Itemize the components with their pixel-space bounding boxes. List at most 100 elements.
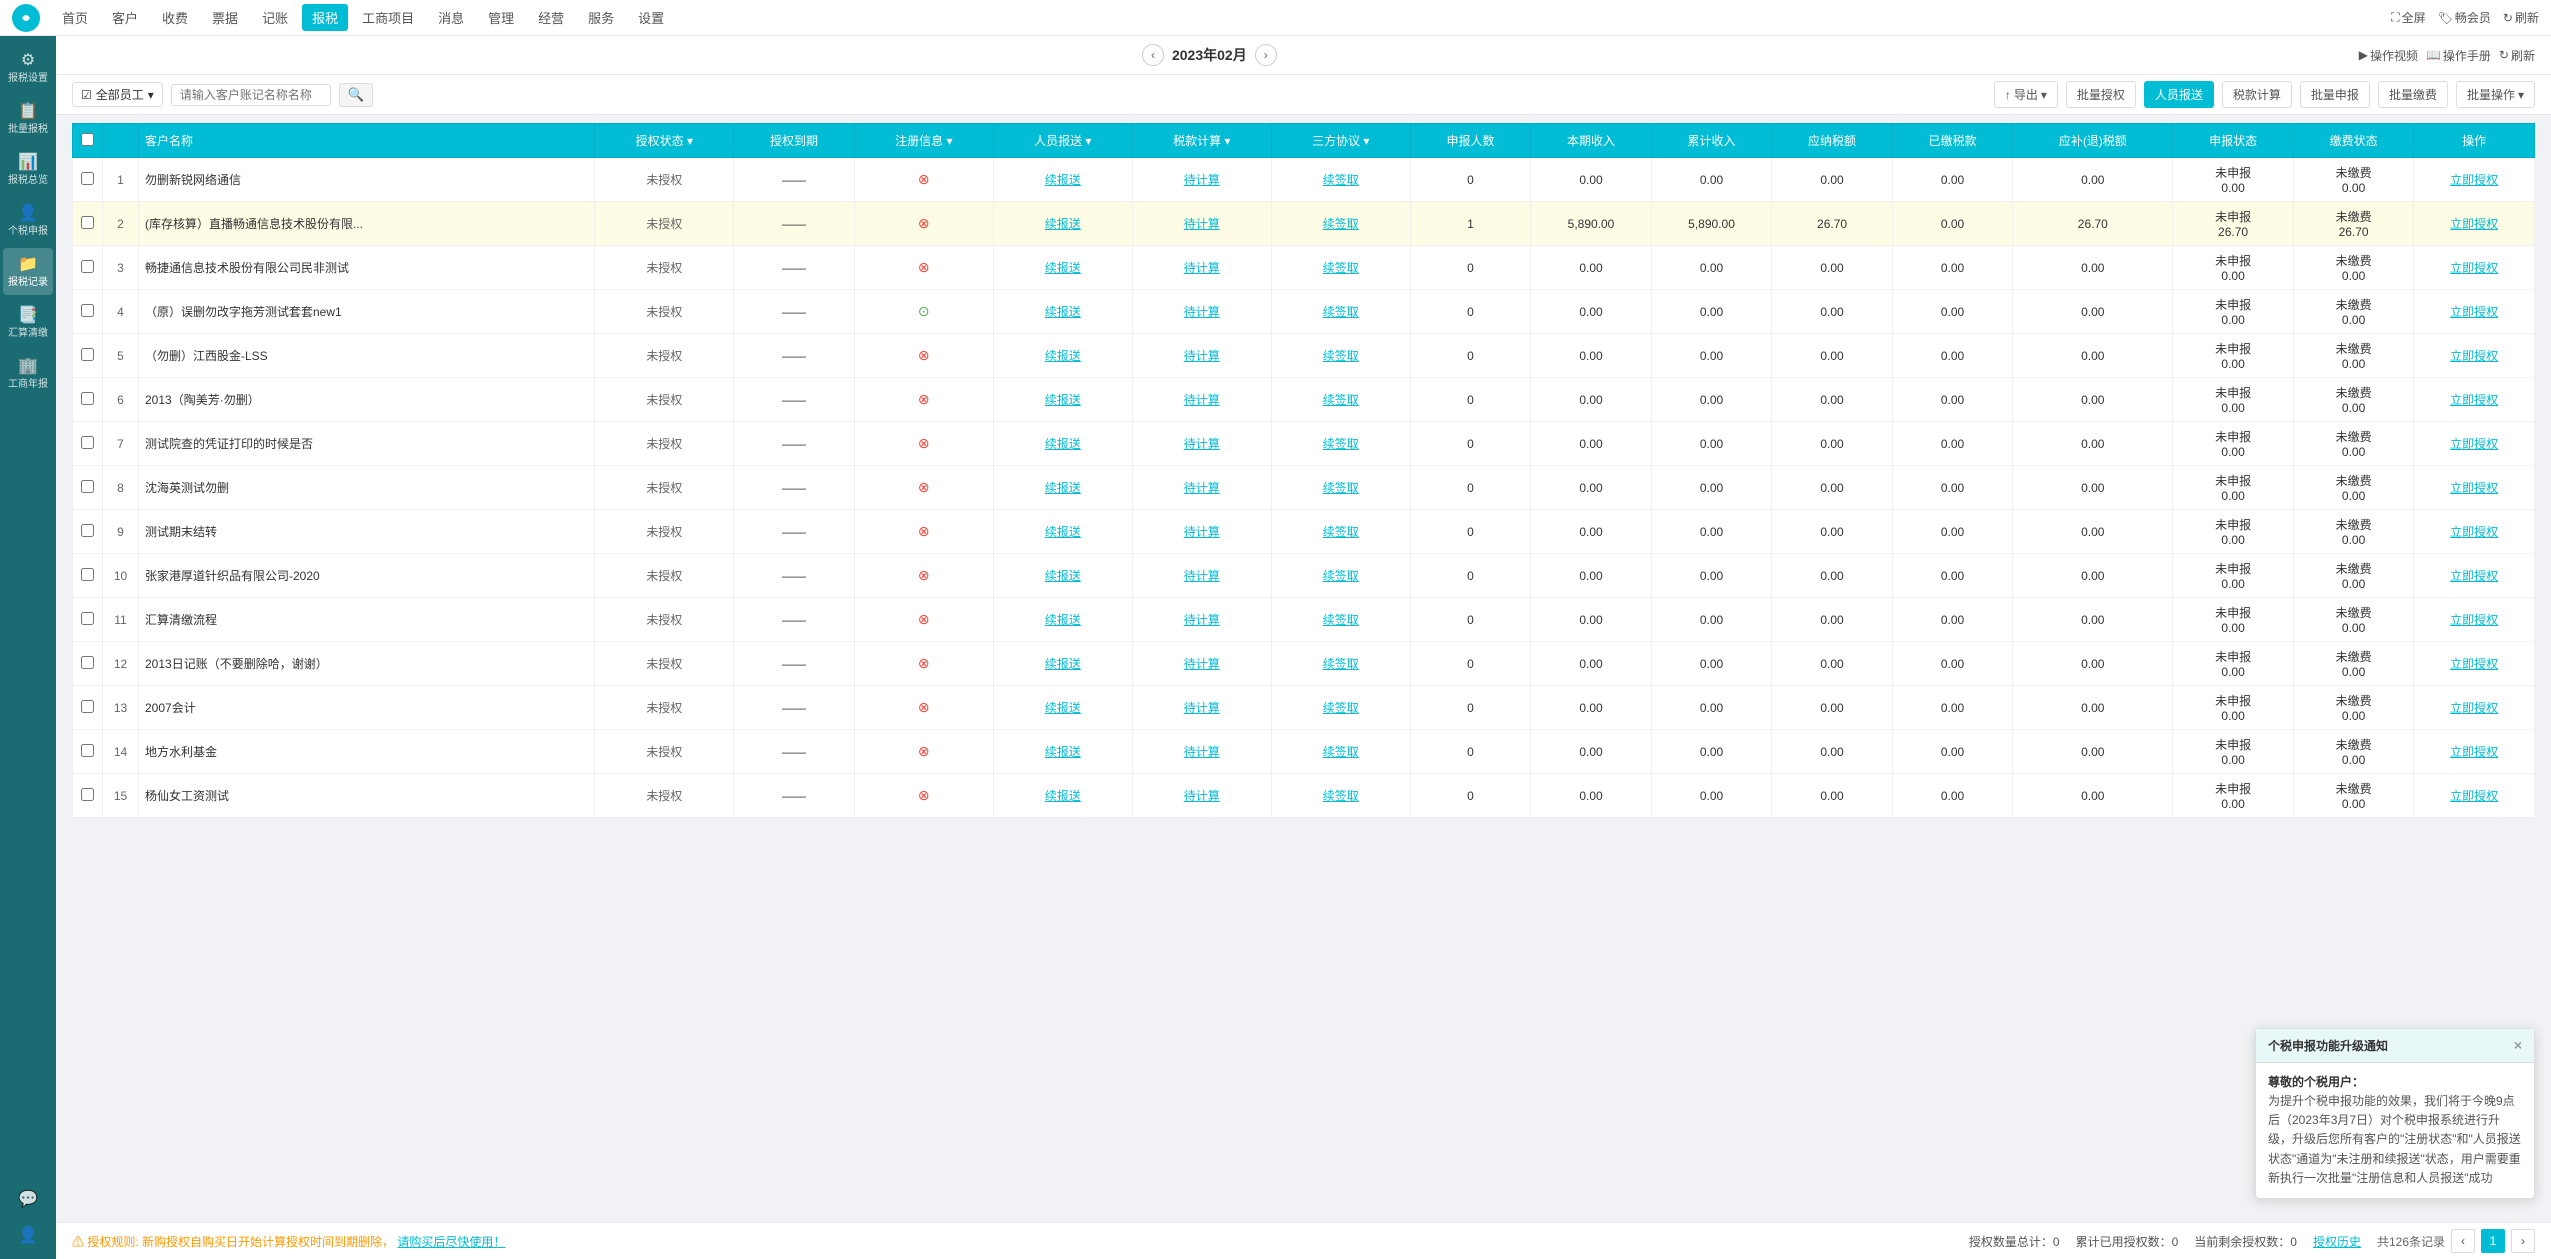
nav-item-management[interactable]: 管理 [478,4,524,31]
row-checkbox[interactable] [81,172,94,185]
sidebar-item-tax-records[interactable]: 📁 报税记录 [3,248,53,295]
row-triparty[interactable]: 续签取 [1271,686,1410,730]
nav-item-billing[interactable]: 收费 [152,4,198,31]
row-checkbox-cell[interactable] [73,158,103,202]
batch-report-button[interactable]: 批量申报 [2300,81,2370,108]
col-checkbox[interactable] [73,124,103,158]
row-action[interactable]: 立即授权 [2414,774,2535,818]
row-person-report[interactable]: 续报送 [993,642,1132,686]
row-person-report[interactable]: 续报送 [993,730,1132,774]
row-checkbox-cell[interactable] [73,730,103,774]
row-checkbox-cell[interactable] [73,598,103,642]
nav-item-bookkeeping[interactable]: 记账 [252,4,298,31]
row-tax-calc[interactable]: 待计算 [1132,422,1271,466]
row-checkbox[interactable] [81,744,94,757]
row-tax-calc[interactable]: 待计算 [1132,466,1271,510]
row-tax-calc[interactable]: 待计算 [1132,334,1271,378]
row-checkbox[interactable] [81,656,94,669]
row-triparty[interactable]: 续签取 [1271,334,1410,378]
next-page-btn[interactable]: › [2511,1229,2535,1253]
nav-item-service[interactable]: 服务 [578,4,624,31]
row-action[interactable]: 立即授权 [2414,334,2535,378]
nav-item-messages[interactable]: 消息 [428,4,474,31]
row-person-report[interactable]: 续报送 [993,554,1132,598]
sidebar-item-tax-settings[interactable]: ⚙ 报税设置 [3,44,53,91]
row-checkbox-cell[interactable] [73,378,103,422]
row-tax-calc[interactable]: 待计算 [1132,290,1271,334]
row-person-report[interactable]: 续报送 [993,290,1132,334]
tax-calc-button[interactable]: 税款计算 [2222,81,2292,108]
row-person-report[interactable]: 续报送 [993,202,1132,246]
row-triparty[interactable]: 续签取 [1271,290,1410,334]
row-checkbox-cell[interactable] [73,290,103,334]
row-checkbox-cell[interactable] [73,334,103,378]
row-action[interactable]: 立即授权 [2414,246,2535,290]
row-triparty[interactable]: 续签取 [1271,246,1410,290]
sidebar-item-annual-report[interactable]: 🏢 工商年报 [3,350,53,397]
row-checkbox-cell[interactable] [73,422,103,466]
row-action[interactable]: 立即授权 [2414,158,2535,202]
row-triparty[interactable]: 续签取 [1271,422,1410,466]
row-action[interactable]: 立即授权 [2414,730,2535,774]
nav-item-finance[interactable]: 经营 [528,4,574,31]
personal-report-button[interactable]: 人员报送 [2144,81,2214,108]
row-tax-calc[interactable]: 待计算 [1132,774,1271,818]
col-tax-calc[interactable]: 税款计算 ▾ [1132,124,1271,158]
auth-history-link[interactable]: 授权历史 [2313,1233,2361,1250]
row-checkbox[interactable] [81,348,94,361]
row-action[interactable]: 立即授权 [2414,378,2535,422]
row-tax-calc[interactable]: 待计算 [1132,642,1271,686]
row-action[interactable]: 立即授权 [2414,422,2535,466]
row-tax-calc[interactable]: 待计算 [1132,246,1271,290]
page-1-btn[interactable]: 1 [2481,1229,2505,1253]
sidebar-user[interactable]: 👤 [3,1219,53,1251]
row-checkbox-cell[interactable] [73,554,103,598]
row-checkbox[interactable] [81,788,94,801]
row-checkbox[interactable] [81,612,94,625]
operation-video-btn[interactable]: ▶ 操作视频 [2359,47,2418,64]
row-checkbox[interactable] [81,216,94,229]
manual-btn[interactable]: 📖 操作手册 [2426,47,2491,64]
row-tax-calc[interactable]: 待计算 [1132,686,1271,730]
row-checkbox-cell[interactable] [73,246,103,290]
row-action[interactable]: 立即授权 [2414,686,2535,730]
col-person-report[interactable]: 人员报送 ▾ [993,124,1132,158]
nav-item-home[interactable]: 首页 [52,4,98,31]
nav-item-tax[interactable]: 报税 [302,4,348,31]
row-action[interactable]: 立即授权 [2414,510,2535,554]
search-input[interactable] [171,84,331,106]
export-button[interactable]: ↑ 导出 ▾ [1994,81,2058,108]
nav-item-business[interactable]: 工商项目 [352,4,424,31]
refresh-top-btn[interactable]: ↻ 刷新 [2503,9,2539,26]
row-triparty[interactable]: 续签取 [1271,774,1410,818]
next-month-btn[interactable]: › [1255,44,1277,66]
row-triparty[interactable]: 续签取 [1271,554,1410,598]
fullscreen-btn[interactable]: ⛶ 全屏 [2391,9,2425,26]
sidebar-item-summary[interactable]: 📑 汇算清缴 [3,299,53,346]
row-checkbox-cell[interactable] [73,686,103,730]
row-tax-calc[interactable]: 待计算 [1132,510,1271,554]
row-person-report[interactable]: 续报送 [993,246,1132,290]
row-checkbox[interactable] [81,436,94,449]
nav-item-settings[interactable]: 设置 [628,4,674,31]
row-checkbox-cell[interactable] [73,510,103,554]
row-triparty[interactable]: 续签取 [1271,730,1410,774]
row-tax-calc[interactable]: 待计算 [1132,730,1271,774]
row-tax-calc[interactable]: 待计算 [1132,554,1271,598]
row-person-report[interactable]: 续报送 [993,466,1132,510]
employee-filter[interactable]: ☑ 全部员工 ▾ [72,82,163,107]
row-tax-calc[interactable]: 待计算 [1132,598,1271,642]
member-btn[interactable]: 🏷 畅会员 [2438,9,2491,26]
row-triparty[interactable]: 续签取 [1271,158,1410,202]
prev-page-btn[interactable]: ‹ [2451,1229,2475,1253]
nav-item-customer[interactable]: 客户 [102,4,148,31]
row-triparty[interactable]: 续签取 [1271,510,1410,554]
row-tax-calc[interactable]: 待计算 [1132,378,1271,422]
notice-link[interactable]: 请购买后尽快使用！ [397,1235,505,1249]
row-person-report[interactable]: 续报送 [993,598,1132,642]
row-action[interactable]: 立即授权 [2414,202,2535,246]
row-tax-calc[interactable]: 待计算 [1132,202,1271,246]
row-action[interactable]: 立即授权 [2414,554,2535,598]
row-triparty[interactable]: 续签取 [1271,642,1410,686]
row-person-report[interactable]: 续报送 [993,158,1132,202]
